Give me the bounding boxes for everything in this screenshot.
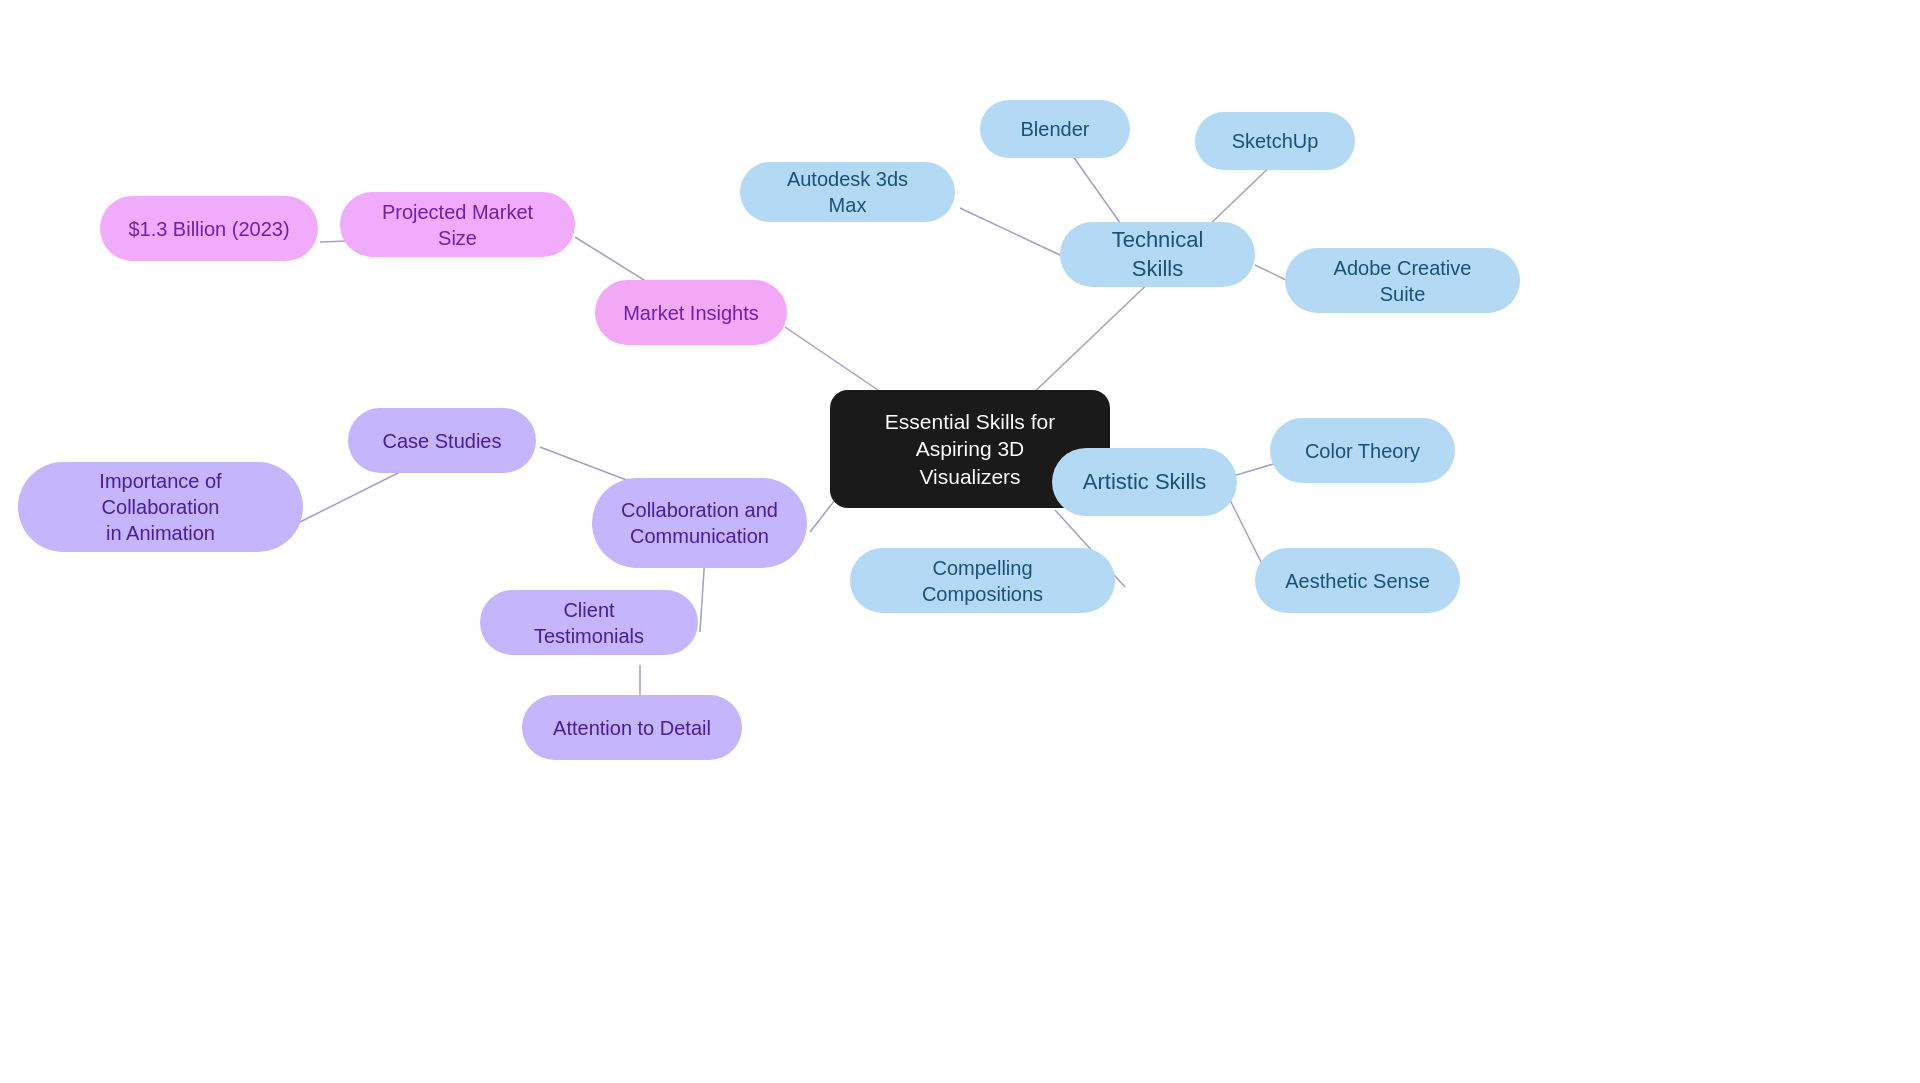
technical-skills-node[interactable]: Technical Skills (1060, 222, 1255, 287)
case-studies-node[interactable]: Case Studies (348, 408, 536, 473)
adobe-node[interactable]: Adobe Creative Suite (1285, 248, 1520, 313)
collab-label: Collaboration and Communication (621, 497, 778, 549)
market-insights-label: Market Insights (623, 300, 759, 326)
compelling-node[interactable]: Compelling Compositions (850, 548, 1115, 613)
svg-line-3 (960, 208, 1060, 255)
center-label: Essential Skills for Aspiring 3D Visuali… (858, 408, 1082, 490)
color-theory-node[interactable]: Color Theory (1270, 418, 1455, 483)
artistic-skills-label: Artistic Skills (1083, 468, 1206, 497)
collab-node[interactable]: Collaboration and Communication (592, 478, 807, 568)
artistic-skills-node[interactable]: Artistic Skills (1052, 448, 1237, 516)
adobe-label: Adobe Creative Suite (1313, 255, 1492, 307)
attention-node[interactable]: Attention to Detail (522, 695, 742, 760)
blender-node[interactable]: Blender (980, 100, 1130, 158)
market-insights-node[interactable]: Market Insights (595, 280, 787, 345)
case-studies-label: Case Studies (383, 428, 502, 454)
importance-node[interactable]: Importance of Collaboration in Animation (18, 462, 303, 552)
color-theory-label: Color Theory (1305, 438, 1420, 464)
client-testimonials-node[interactable]: Client Testimonials (480, 590, 698, 655)
compelling-label: Compelling Compositions (878, 555, 1087, 607)
billion-label: $1.3 Billion (2023) (128, 216, 289, 242)
client-testimonials-label: Client Testimonials (508, 597, 670, 649)
autodesk-label: Autodesk 3ds Max (768, 166, 927, 218)
aesthetic-sense-node[interactable]: Aesthetic Sense (1255, 548, 1460, 613)
importance-label: Importance of Collaboration in Animation (46, 468, 275, 546)
autodesk-node[interactable]: Autodesk 3ds Max (740, 162, 955, 222)
sketchup-label: SketchUp (1232, 128, 1319, 154)
projected-label: Projected Market Size (368, 199, 547, 251)
technical-skills-label: Technical Skills (1088, 226, 1227, 283)
blender-label: Blender (1021, 116, 1090, 142)
sketchup-node[interactable]: SketchUp (1195, 112, 1355, 170)
attention-label: Attention to Detail (553, 715, 711, 741)
aesthetic-sense-label: Aesthetic Sense (1285, 568, 1430, 594)
projected-node[interactable]: Projected Market Size (340, 192, 575, 257)
billion-node[interactable]: $1.3 Billion (2023) (100, 196, 318, 261)
